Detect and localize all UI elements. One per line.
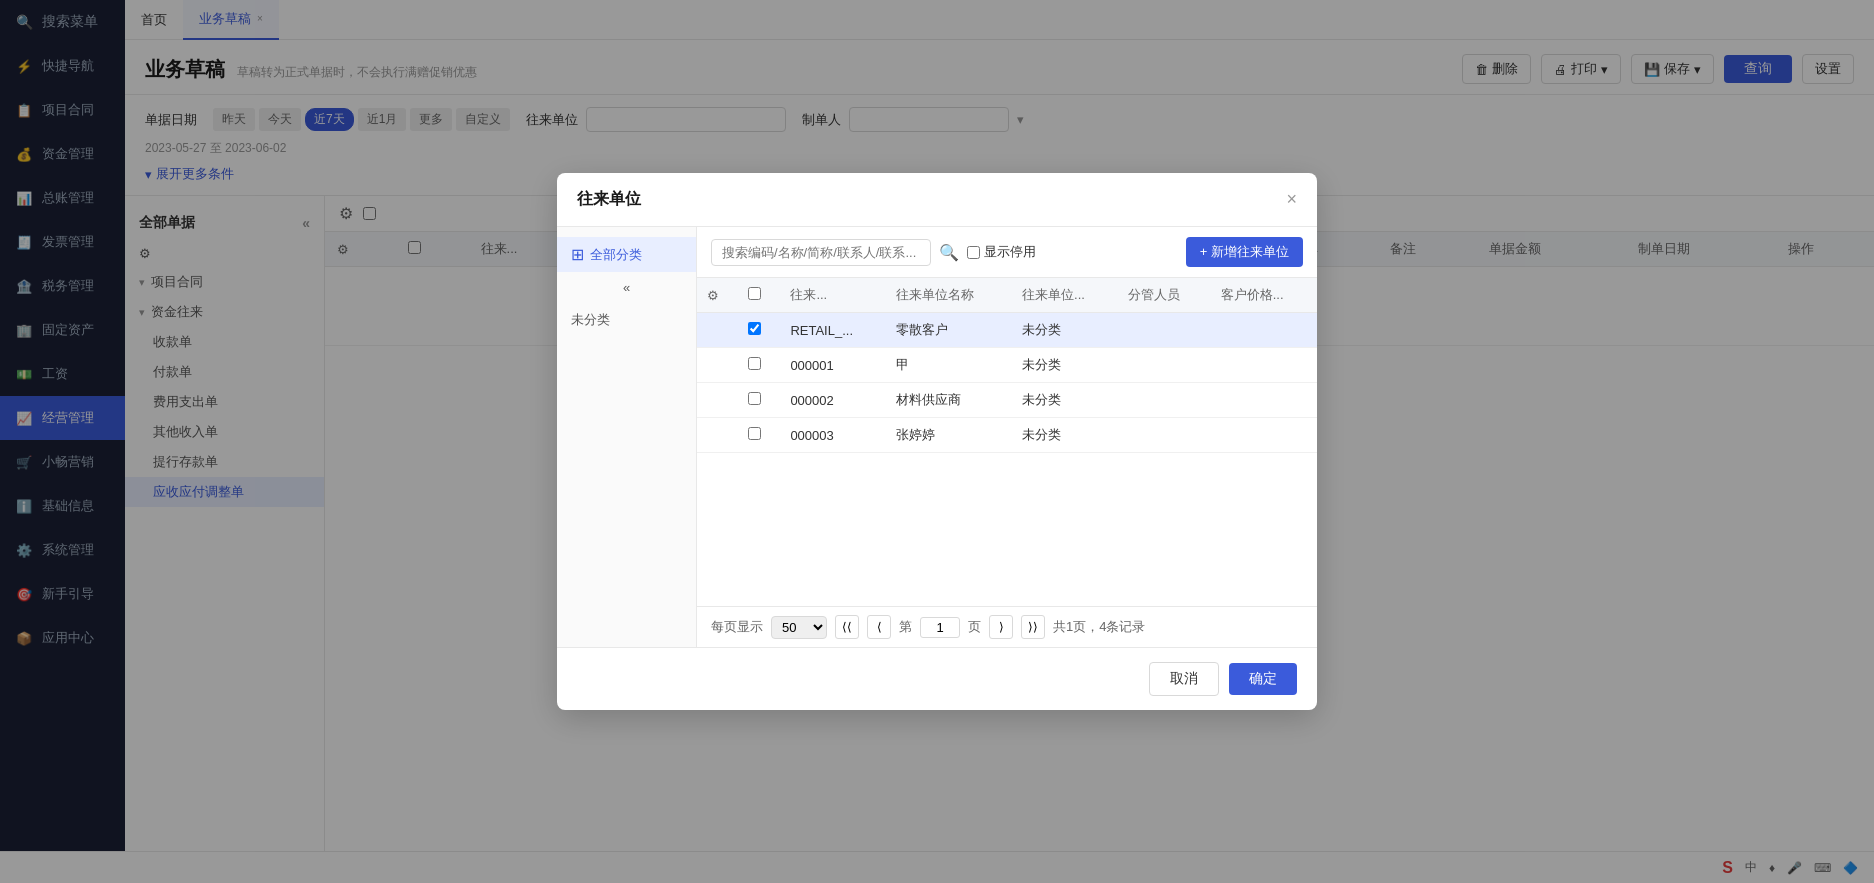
modal-select-all[interactable] [748, 287, 761, 300]
page-suffix: 页 [968, 618, 981, 636]
show-disabled-label: 显示停用 [967, 243, 1036, 261]
per-page-select[interactable]: 50 100 [771, 616, 827, 639]
row-checkbox[interactable] [738, 348, 780, 383]
modal-table-body: RETAIL_... 零散客户 未分类 000001 甲 未分类 000002 … [697, 313, 1317, 453]
confirm-button[interactable]: 确定 [1229, 663, 1297, 695]
row-code: 000003 [780, 418, 886, 453]
row-name: 甲 [886, 348, 1012, 383]
page-first-btn[interactable]: ⟨⟨ [835, 615, 859, 639]
modal-table-row[interactable]: 000002 材料供应商 未分类 [697, 383, 1317, 418]
total-label: 共1页，4条记录 [1053, 618, 1145, 636]
modal-table-wrap: ⚙ 往来... 往来单位名称 往来单位... 分管人员 客户价格... [697, 278, 1317, 606]
page-input[interactable] [920, 617, 960, 638]
modal-overlay[interactable]: 往来单位 × ⊞ 全部分类 « 未分类 [0, 0, 1874, 883]
row-settings [697, 383, 738, 418]
row-settings [697, 348, 738, 383]
row-name: 张婷婷 [886, 418, 1012, 453]
row-name: 零散客户 [886, 313, 1012, 348]
partner-modal: 往来单位 × ⊞ 全部分类 « 未分类 [557, 173, 1317, 710]
modal-col-settings: ⚙ [697, 278, 738, 313]
row-checkbox[interactable] [738, 313, 780, 348]
cancel-button[interactable]: 取消 [1149, 662, 1219, 696]
per-page-label: 每页显示 [711, 618, 763, 636]
row-category: 未分类 [1012, 418, 1118, 453]
modal-title: 往来单位 [577, 189, 641, 210]
row-settings [697, 418, 738, 453]
row-code: RETAIL_... [780, 313, 886, 348]
modal-table-row[interactable]: RETAIL_... 零散客户 未分类 [697, 313, 1317, 348]
modal-col-category: 往来单位... [1012, 278, 1118, 313]
modal-header: 往来单位 × [557, 173, 1317, 227]
modal-col-price: 客户价格... [1211, 278, 1317, 313]
modal-sidebar-unclassified-label: 未分类 [571, 311, 610, 329]
modal-pagination: 每页显示 50 100 ⟨⟨ ⟨ 第 页 ⟩ ⟩⟩ 共1页，4条记录 [697, 606, 1317, 647]
row-checkbox[interactable] [738, 383, 780, 418]
modal-table-row[interactable]: 000003 张婷婷 未分类 [697, 418, 1317, 453]
row-manager [1118, 348, 1210, 383]
page-next-btn[interactable]: ⟩ [989, 615, 1013, 639]
modal-table-row[interactable]: 000001 甲 未分类 [697, 348, 1317, 383]
row-price [1211, 383, 1317, 418]
row-manager [1118, 418, 1210, 453]
modal-sidebar-collapse-btn[interactable]: « [557, 272, 696, 303]
row-code: 000001 [780, 348, 886, 383]
add-partner-btn[interactable]: + 新增往来单位 [1186, 237, 1303, 267]
row-price [1211, 348, 1317, 383]
row-code: 000002 [780, 383, 886, 418]
row-checkbox[interactable] [738, 418, 780, 453]
modal-sidebar-label: 全部分类 [590, 246, 642, 264]
row-name: 材料供应商 [886, 383, 1012, 418]
modal-col-code: 往来... [780, 278, 886, 313]
row-price [1211, 418, 1317, 453]
row-settings [697, 313, 738, 348]
modal-col-checkbox [738, 278, 780, 313]
modal-col-name: 往来单位名称 [886, 278, 1012, 313]
modal-search-input[interactable] [711, 239, 931, 266]
collapse-icon: « [623, 280, 630, 295]
modal-sidebar: ⊞ 全部分类 « 未分类 [557, 227, 697, 647]
row-manager [1118, 313, 1210, 348]
modal-footer: 取消 确定 [557, 647, 1317, 710]
modal-content: 🔍 显示停用 + 新增往来单位 ⚙ [697, 227, 1317, 647]
modal-table: ⚙ 往来... 往来单位名称 往来单位... 分管人员 客户价格... [697, 278, 1317, 453]
row-category: 未分类 [1012, 348, 1118, 383]
modal-sidebar-unclassified[interactable]: 未分类 [557, 303, 696, 337]
page-label: 第 [899, 618, 912, 636]
row-manager [1118, 383, 1210, 418]
show-disabled-text: 显示停用 [984, 243, 1036, 261]
modal-table-header: ⚙ 往来... 往来单位名称 往来单位... 分管人员 客户价格... [697, 278, 1317, 313]
grid-icon: ⊞ [571, 245, 584, 264]
modal-toolbar: 🔍 显示停用 + 新增往来单位 [697, 227, 1317, 278]
page-last-btn[interactable]: ⟩⟩ [1021, 615, 1045, 639]
modal-search-icon[interactable]: 🔍 [939, 243, 959, 262]
row-category: 未分类 [1012, 383, 1118, 418]
row-price [1211, 313, 1317, 348]
row-category: 未分类 [1012, 313, 1118, 348]
modal-close-btn[interactable]: × [1286, 189, 1297, 210]
modal-sidebar-all-categories[interactable]: ⊞ 全部分类 [557, 237, 696, 272]
show-disabled-checkbox[interactable] [967, 246, 980, 259]
modal-body: ⊞ 全部分类 « 未分类 🔍 [557, 227, 1317, 647]
modal-col-manager: 分管人员 [1118, 278, 1210, 313]
modal-search-area: 🔍 显示停用 [711, 239, 1036, 266]
page-prev-btn[interactable]: ⟨ [867, 615, 891, 639]
